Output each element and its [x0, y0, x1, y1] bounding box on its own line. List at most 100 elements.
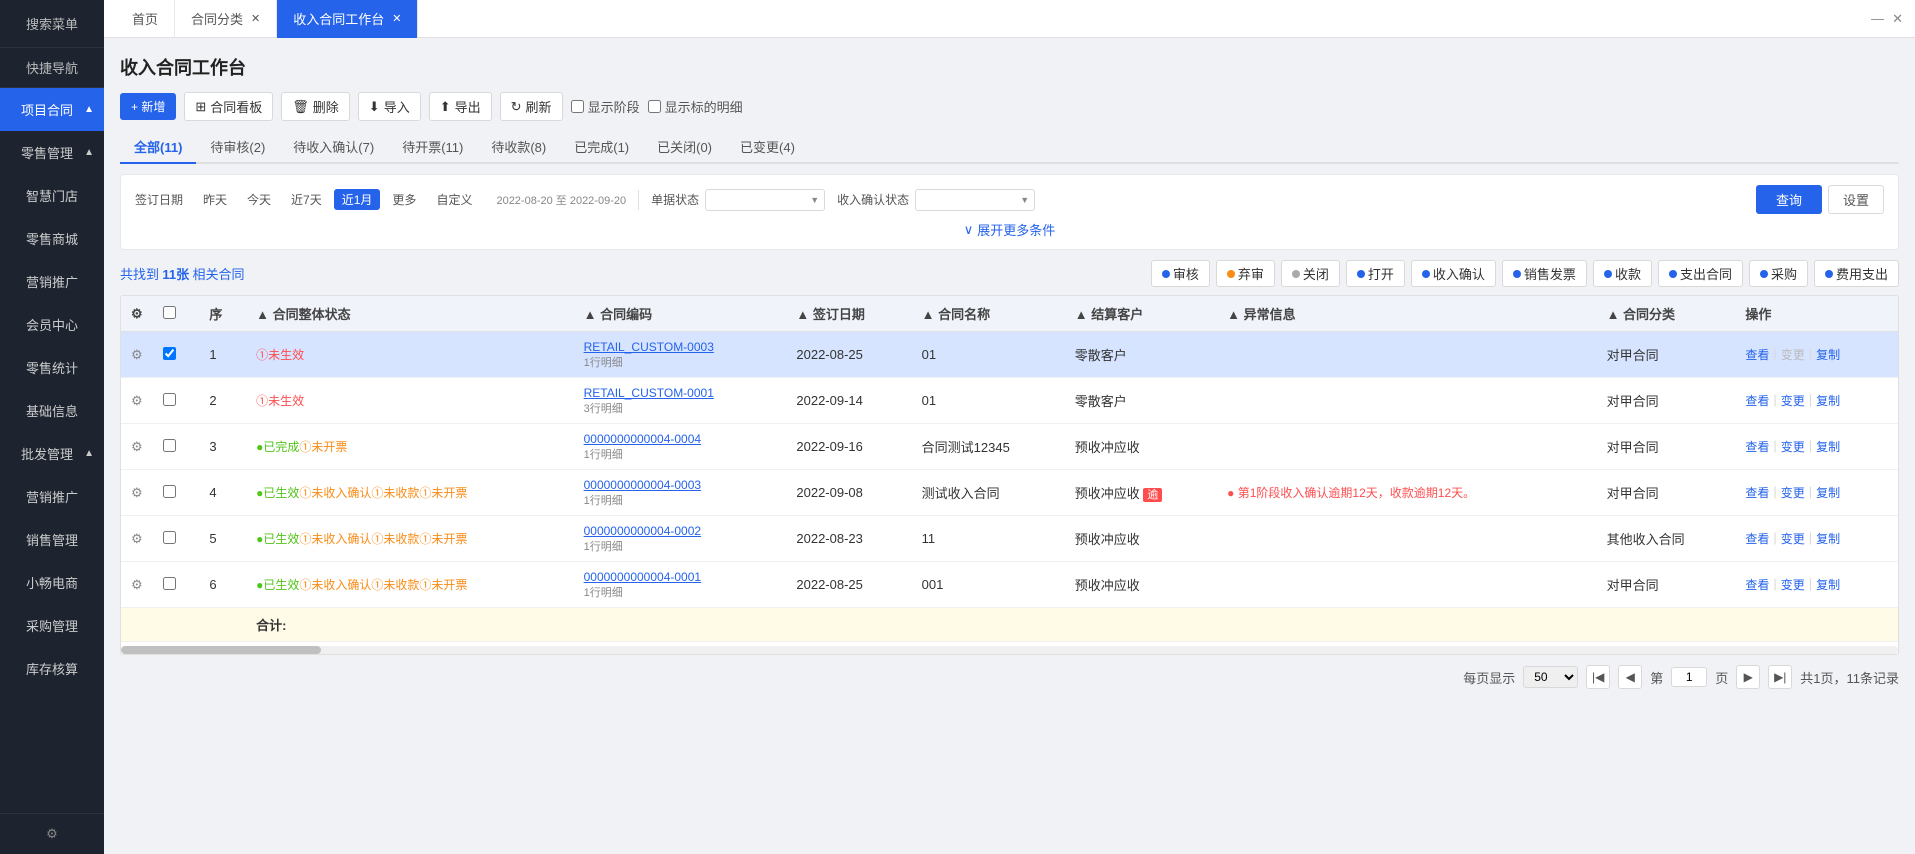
status-tab-pending_confirm[interactable]: 待收入确认(7): [279, 131, 388, 164]
next-page-button[interactable]: ▶: [1736, 665, 1760, 689]
status-tab-all[interactable]: 全部(11): [120, 131, 196, 164]
sidebar-item-采购管理[interactable]: 采购管理: [0, 604, 104, 647]
horizontal-scrollbar[interactable]: [121, 646, 1898, 654]
action-link-查看[interactable]: 查看: [1745, 392, 1769, 409]
action-btn-采购[interactable]: 采购: [1749, 260, 1808, 287]
gear-cell[interactable]: ⚙: [121, 332, 153, 378]
date-btn-近7天[interactable]: 近7天: [283, 189, 330, 210]
sidebar-item-库存核算[interactable]: 库存核算: [0, 647, 104, 690]
status-tab-changed[interactable]: 已变更(4): [726, 131, 809, 164]
row-checkbox[interactable]: [163, 439, 176, 452]
action-link-复制[interactable]: 复制: [1816, 392, 1840, 409]
action-btn-销售发票[interactable]: 销售发票: [1502, 260, 1587, 287]
action-link-复制[interactable]: 复制: [1816, 438, 1840, 455]
status-tab-pending_payment[interactable]: 待收款(8): [477, 131, 560, 164]
gear-cell[interactable]: ⚙: [121, 562, 153, 608]
import-button[interactable]: ⬇ 导入: [358, 92, 421, 121]
tab-收入合同工作台[interactable]: 收入合同工作台✕: [277, 0, 418, 38]
income-confirm-select[interactable]: [915, 189, 1035, 211]
contract-code-link[interactable]: 0000000000004-0001: [584, 570, 701, 584]
status-tab-pending_invoice[interactable]: 待开票(11): [388, 131, 477, 164]
action-btn-支出合同[interactable]: 支出合同: [1658, 260, 1743, 287]
gear-cell[interactable]: ⚙: [121, 378, 153, 424]
date-btn-自定义[interactable]: 自定义: [428, 189, 480, 210]
date-btn-今天[interactable]: 今天: [239, 189, 279, 210]
select-all-checkbox[interactable]: [163, 306, 176, 319]
action-link-查看[interactable]: 查看: [1745, 484, 1769, 501]
action-link-复制[interactable]: 复制: [1816, 530, 1840, 547]
action-link-变更[interactable]: 变更: [1781, 484, 1805, 501]
kanban-button[interactable]: ⊞ 合同看板: [184, 92, 273, 121]
tab-close-icon[interactable]: ✕: [392, 12, 401, 25]
last-page-button[interactable]: ▶|: [1768, 665, 1792, 689]
sidebar-item-零售统计[interactable]: 零售统计: [0, 346, 104, 389]
sidebar-item-销售管理[interactable]: 销售管理: [0, 518, 104, 561]
row-checkbox[interactable]: [163, 347, 176, 360]
sidebar-settings[interactable]: ⚙: [0, 813, 104, 854]
action-link-查看[interactable]: 查看: [1745, 530, 1769, 547]
contract-code-link[interactable]: 0000000000004-0002: [584, 524, 701, 538]
sidebar-item-零售管理[interactable]: 零售管理▲: [0, 131, 104, 174]
action-link-查看[interactable]: 查看: [1745, 438, 1769, 455]
minimize-icon[interactable]: —: [1871, 11, 1884, 26]
show-detail-checkbox[interactable]: 显示标的明细: [648, 97, 743, 116]
sidebar-item-智慧门店[interactable]: 智慧门店: [0, 174, 104, 217]
status-tab-closed[interactable]: 已关闭(0): [643, 131, 726, 164]
sidebar-item-小畅电商[interactable]: 小畅电商: [0, 561, 104, 604]
new-button[interactable]: + 新增: [120, 93, 176, 120]
action-link-变更[interactable]: 变更: [1781, 438, 1805, 455]
export-button[interactable]: ⬆ 导出: [429, 92, 492, 121]
filter-set-button[interactable]: 设置: [1828, 185, 1884, 214]
row-checkbox[interactable]: [163, 577, 176, 590]
contract-code-link[interactable]: RETAIL_CUSTOM-0003: [584, 340, 714, 354]
sidebar-item-项目合同[interactable]: 项目合同▲: [0, 88, 104, 131]
page-size-select[interactable]: 50 10 20 100: [1523, 666, 1578, 688]
query-button[interactable]: 查询: [1756, 185, 1822, 214]
sidebar-item-基础信息[interactable]: 基础信息: [0, 389, 104, 432]
action-link-复制[interactable]: 复制: [1816, 346, 1840, 363]
contract-code-link[interactable]: 0000000000004-0003: [584, 478, 701, 492]
sidebar-item-营销推广[interactable]: 营销推广: [0, 260, 104, 303]
sidebar-item-批发管理[interactable]: 批发管理▲: [0, 432, 104, 475]
date-btn-更多[interactable]: 更多: [384, 189, 424, 210]
doc-status-select[interactable]: [705, 189, 825, 211]
action-link-复制[interactable]: 复制: [1816, 484, 1840, 501]
action-link-变更[interactable]: 变更: [1781, 576, 1805, 593]
sidebar-item-会员中心[interactable]: 会员中心: [0, 303, 104, 346]
tab-close-icon[interactable]: ✕: [251, 12, 260, 25]
tab-首页[interactable]: 首页: [116, 0, 175, 38]
gear-col-header[interactable]: ⚙: [121, 296, 153, 332]
close-icon[interactable]: ✕: [1892, 11, 1903, 27]
status-tab-completed[interactable]: 已完成(1): [560, 131, 643, 164]
refresh-button[interactable]: ↻ 刷新: [500, 92, 563, 121]
action-link-变更[interactable]: 变更: [1781, 530, 1805, 547]
gear-cell[interactable]: ⚙: [121, 424, 153, 470]
gear-cell[interactable]: ⚙: [121, 516, 153, 562]
delete-button[interactable]: 🗑 删除: [281, 92, 350, 121]
action-link-查看[interactable]: 查看: [1745, 346, 1769, 363]
prev-page-button[interactable]: ◀: [1618, 665, 1642, 689]
action-btn-费用支出[interactable]: 费用支出: [1814, 260, 1899, 287]
status-tab-pending_review[interactable]: 待审核(2): [196, 131, 279, 164]
action-btn-关闭[interactable]: 关闭: [1281, 260, 1340, 287]
sidebar-quicknav[interactable]: 快捷导航: [0, 48, 104, 88]
action-link-变更[interactable]: 变更: [1781, 392, 1805, 409]
action-link-复制[interactable]: 复制: [1816, 576, 1840, 593]
action-btn-弃审[interactable]: 弃审: [1216, 260, 1275, 287]
action-btn-打开[interactable]: 打开: [1346, 260, 1405, 287]
row-checkbox[interactable]: [163, 393, 176, 406]
sidebar-item-营销推广[interactable]: 营销推广: [0, 475, 104, 518]
row-checkbox[interactable]: [163, 531, 176, 544]
gear-cell[interactable]: ⚙: [121, 470, 153, 516]
action-btn-审核[interactable]: 审核: [1151, 260, 1210, 287]
date-btn-近1月[interactable]: 近1月: [334, 189, 381, 210]
row-checkbox[interactable]: [163, 485, 176, 498]
expand-filter-button[interactable]: ∨ 展开更多条件: [135, 220, 1884, 239]
action-btn-收入确认[interactable]: 收入确认: [1411, 260, 1496, 287]
sidebar-item-零售商城[interactable]: 零售商城: [0, 217, 104, 260]
show-stage-checkbox[interactable]: 显示阶段: [571, 97, 640, 116]
sidebar-search[interactable]: 搜索菜单: [0, 0, 104, 48]
tab-合同分类[interactable]: 合同分类✕: [175, 0, 277, 38]
action-btn-收款[interactable]: 收款: [1593, 260, 1652, 287]
date-btn-昨天[interactable]: 昨天: [195, 189, 235, 210]
